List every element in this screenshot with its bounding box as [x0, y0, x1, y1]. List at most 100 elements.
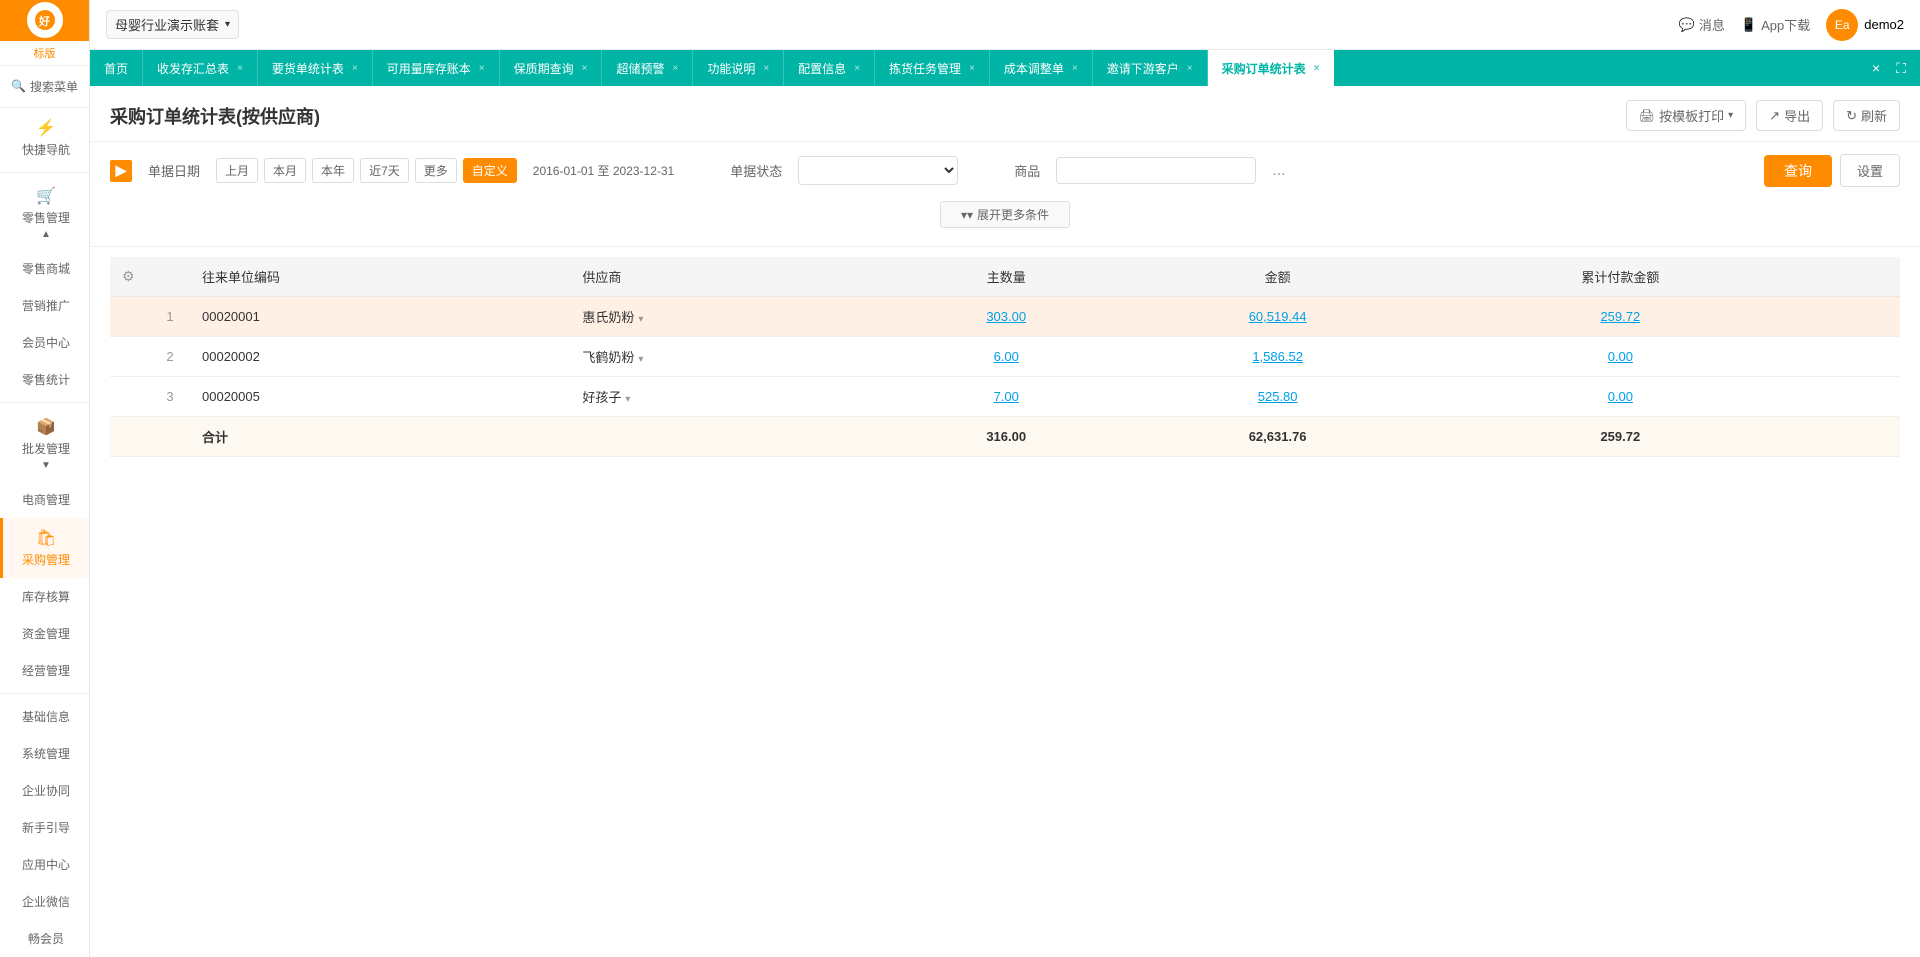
- tab-chengbentiaozhen-close[interactable]: ×: [1072, 63, 1078, 74]
- sidebar-item-appcenter[interactable]: 应用中心: [0, 846, 89, 883]
- tab-yaohuodangtongji[interactable]: 要货单统计表 ×: [258, 50, 373, 86]
- retailshop-label: 零售商城: [22, 260, 70, 277]
- quicknav-icon: ⚡: [36, 118, 56, 138]
- tab-shoufaqhui-label: 收发存汇总表: [157, 60, 229, 77]
- tab-close-all-button[interactable]: ×: [1866, 58, 1886, 78]
- filter-toggle-button[interactable]: ▶: [110, 160, 132, 182]
- sidebar-item-marketing[interactable]: 营销推广: [0, 287, 89, 324]
- workspace-dropdown[interactable]: 母婴行业演示账套 ▾: [106, 10, 239, 39]
- tab-caigoudingtongji[interactable]: 采购订单统计表 ×: [1208, 50, 1335, 86]
- sidebar-item-retail[interactable]: 🛒 零售管理 ▲: [0, 176, 89, 250]
- supplier-dropdown-icon-0[interactable]: ▾: [638, 314, 643, 325]
- search-sidebar-button[interactable]: 🔍 搜索菜单: [6, 74, 83, 99]
- col-settings-icon[interactable]: ⚙: [122, 268, 135, 284]
- sidebar-item-inventory[interactable]: 库存核算: [0, 578, 89, 615]
- newuser-label: 新手引导: [22, 819, 70, 836]
- tab-peizhi-label: 配置信息: [798, 60, 846, 77]
- date-btn-more[interactable]: 更多: [415, 158, 457, 183]
- logo-label: 标版: [0, 41, 89, 66]
- tab-chaochuyujing-close[interactable]: ×: [672, 63, 678, 74]
- goods-more-button[interactable]: ...: [1264, 159, 1293, 183]
- date-btn-lastmonth[interactable]: 上月: [216, 158, 258, 183]
- refresh-button[interactable]: ↻ 刷新: [1833, 100, 1900, 131]
- row-settings-0: [110, 297, 150, 337]
- user-menu[interactable]: Ea demo2: [1826, 9, 1904, 41]
- topbar: 母婴行业演示账套 ▾ 💬 消息 📱 App下载 Ea demo2: [90, 0, 1920, 50]
- tab-baoyouqi-close[interactable]: ×: [582, 63, 588, 74]
- sidebar-item-wechat[interactable]: 企业微信: [0, 883, 89, 920]
- status-filter-label: 单据状态: [730, 161, 782, 180]
- row-code-2: 00020005: [190, 377, 570, 417]
- sidebar-logo[interactable]: 好: [0, 0, 89, 41]
- username-label: demo2: [1864, 17, 1904, 32]
- search-sidebar-label: 搜索菜单: [30, 78, 78, 95]
- toggle-icon: ▶: [116, 162, 127, 179]
- sidebar-item-retail-stats[interactable]: 零售统计: [0, 361, 89, 398]
- tab-keyongliang-close[interactable]: ×: [479, 63, 485, 74]
- row-amount-2[interactable]: 525.80: [1125, 377, 1430, 417]
- tab-yaohuodangtongji-close[interactable]: ×: [352, 63, 358, 74]
- tab-keyongliang-label: 可用量库存账本: [387, 60, 471, 77]
- print-dropdown-icon: ▾: [1728, 110, 1733, 121]
- row-amount-1[interactable]: 1,586.52: [1125, 337, 1430, 377]
- sidebar-item-finance[interactable]: 资金管理: [0, 615, 89, 652]
- settings-button[interactable]: 设置: [1840, 154, 1900, 187]
- footer-extra: [1811, 417, 1901, 457]
- sidebar-item-wholesale[interactable]: 📦 批发管理 ▼: [0, 407, 89, 481]
- print-icon: 🖨: [1639, 108, 1656, 124]
- tab-caigoudingtongji-close[interactable]: ×: [1314, 63, 1320, 74]
- tab-chengbentiaozhen[interactable]: 成本调整单 ×: [990, 50, 1093, 86]
- sidebar-item-retailshop[interactable]: 零售商城: [0, 250, 89, 287]
- tab-yaoqingxiayouke[interactable]: 邀请下游客户 ×: [1093, 50, 1208, 86]
- tab-chaochuyujing[interactable]: 超储预警 ×: [602, 50, 693, 86]
- tab-gongneng-close[interactable]: ×: [763, 63, 769, 74]
- sidebar-item-purchase[interactable]: 🛍 采购管理: [0, 518, 89, 578]
- table-body: 1 00020001 惠氏奶粉▾ 303.00 60,519.44 259.72…: [110, 297, 1900, 417]
- sidebar-item-sysadmin[interactable]: 系统管理: [0, 735, 89, 772]
- print-button[interactable]: 🖨 按模板打印 ▾: [1626, 100, 1747, 131]
- row-paid-2[interactable]: 0.00: [1430, 377, 1810, 417]
- sidebar-item-ops[interactable]: 经营管理: [0, 652, 89, 689]
- chevron-down-icon-2: ▼: [41, 460, 51, 471]
- message-button[interactable]: 💬 消息: [1679, 15, 1725, 34]
- export-button[interactable]: ↗ 导出: [1756, 100, 1823, 131]
- tab-fullscreen-button[interactable]: ⛶: [1890, 58, 1912, 79]
- tab-baoyouqi[interactable]: 保质期查询 ×: [500, 50, 603, 86]
- sidebar-item-member2[interactable]: 畅会员: [0, 920, 89, 957]
- chevron-up-icon: ▲: [41, 229, 51, 240]
- supplier-dropdown-icon-2[interactable]: ▾: [625, 394, 630, 405]
- supplier-dropdown-icon-1[interactable]: ▾: [638, 354, 643, 365]
- status-select[interactable]: [798, 156, 958, 185]
- row-amount-0[interactable]: 60,519.44: [1125, 297, 1430, 337]
- date-btn-7days[interactable]: 近7天: [360, 158, 409, 183]
- tab-gongneng[interactable]: 功能说明 ×: [693, 50, 784, 86]
- tab-paihuorenwu-close[interactable]: ×: [969, 63, 975, 74]
- date-btn-thismonth[interactable]: 本月: [264, 158, 306, 183]
- query-button[interactable]: 查询: [1764, 155, 1832, 187]
- row-paid-0[interactable]: 259.72: [1430, 297, 1810, 337]
- sidebar-item-newuser[interactable]: 新手引导: [0, 809, 89, 846]
- sidebar-item-quicknav[interactable]: ⚡ 快捷导航: [0, 108, 89, 168]
- expand-more-button[interactable]: ▾▾ 展开更多条件: [940, 201, 1070, 228]
- tab-keyongliang[interactable]: 可用量库存账本 ×: [373, 50, 500, 86]
- table-footer: 合计 316.00 62,631.76 259.72: [110, 417, 1900, 457]
- row-quantity-1[interactable]: 6.00: [887, 337, 1125, 377]
- sidebar-item-ecommerce[interactable]: 电商管理: [0, 481, 89, 518]
- row-quantity-2[interactable]: 7.00: [887, 377, 1125, 417]
- row-quantity-0[interactable]: 303.00: [887, 297, 1125, 337]
- date-btn-thisyear[interactable]: 本年: [312, 158, 354, 183]
- app-download-button[interactable]: 📱 App下载: [1741, 15, 1810, 34]
- tab-paihuorenwu[interactable]: 拣货任务管理 ×: [875, 50, 990, 86]
- sidebar-item-basic[interactable]: 基础信息: [0, 698, 89, 735]
- goods-input[interactable]: [1056, 157, 1256, 184]
- tab-home[interactable]: 首页: [90, 50, 143, 86]
- tab-shoufaqhui-close[interactable]: ×: [237, 63, 243, 74]
- tab-shoufaqhui[interactable]: 收发存汇总表 ×: [143, 50, 258, 86]
- tab-peizhi-close[interactable]: ×: [854, 63, 860, 74]
- sidebar-item-member[interactable]: 会员中心: [0, 324, 89, 361]
- row-paid-1[interactable]: 0.00: [1430, 337, 1810, 377]
- sidebar-item-corp[interactable]: 企业协同: [0, 772, 89, 809]
- tab-peizhi[interactable]: 配置信息 ×: [784, 50, 875, 86]
- col-code: 往来单位编码: [190, 257, 570, 297]
- tab-yaoqingxiayouke-close[interactable]: ×: [1187, 63, 1193, 74]
